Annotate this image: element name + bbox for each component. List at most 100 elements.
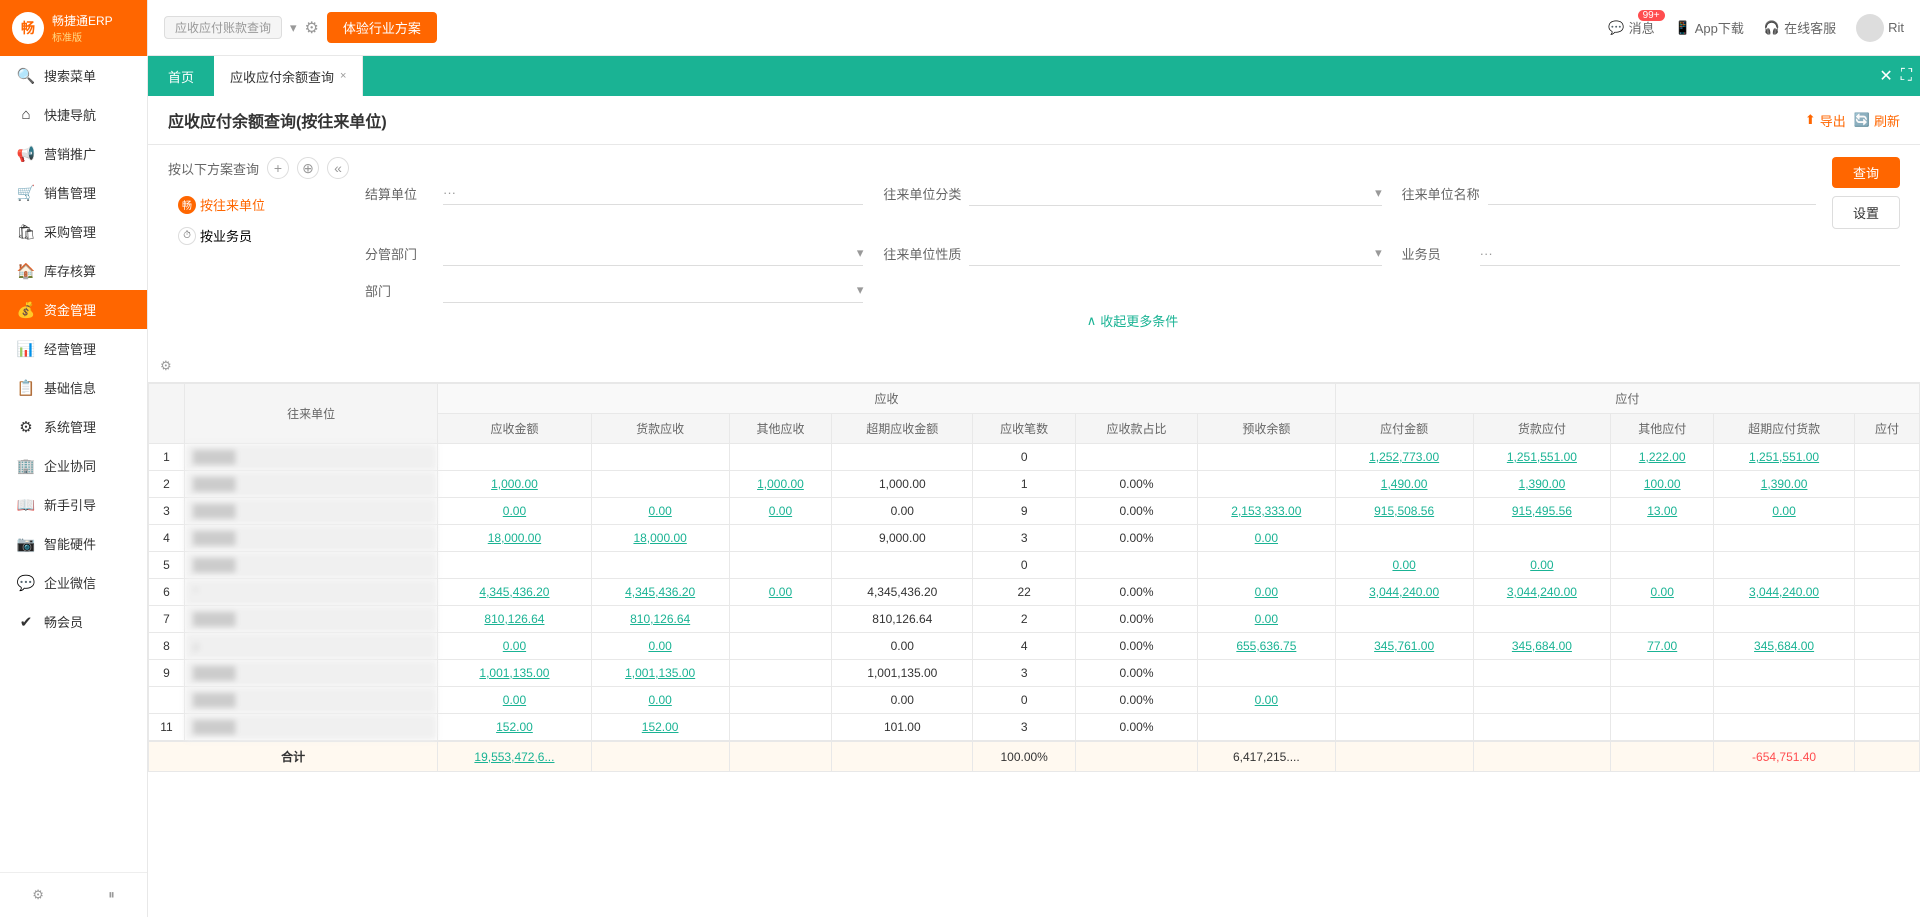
top-header: 应收应付账款查询 ▾ ⚙ 体验行业方案 💬 消息 99+ 📱 App下载 🎧 在…	[148, 0, 1920, 56]
sidebar-item-operation[interactable]: 📊 经营管理	[0, 329, 147, 368]
settings-icon[interactable]: ⚙	[305, 18, 319, 38]
service-action[interactable]: 🎧 在线客服	[1764, 18, 1836, 37]
filter-unit-nature: 往来单位性质 ▾	[883, 241, 1381, 266]
filter-collapse-icon[interactable]: «	[327, 157, 349, 179]
filter-fields: 结算单位 ··· 往来单位分类 ▾	[365, 157, 1900, 303]
filter-settings-button[interactable]: 设置	[1832, 196, 1900, 229]
footer-label: 合计	[149, 741, 438, 772]
sales-icon: 🛒	[16, 184, 36, 202]
filter-method-staff-label: 按业务员	[200, 226, 252, 245]
unit-name-input[interactable]	[1488, 181, 1816, 205]
th-row-num	[149, 384, 185, 444]
home-icon: ⌂	[16, 106, 36, 123]
partner-cell: █████	[185, 498, 438, 525]
filter-unit-name: 往来单位名称 查询 设置	[1402, 157, 1900, 229]
filter-methods: 按以下方案查询 + ⊕ «	[168, 157, 349, 179]
sidebar-item-member[interactable]: ✔ 畅会员	[0, 602, 147, 641]
chevron-up-icon: ∧	[1087, 313, 1097, 329]
page-title: 应收应付余额查询(按往来单位)	[168, 108, 387, 132]
query-button[interactable]: 查询	[1832, 157, 1900, 188]
purchase-icon: 🛍	[16, 223, 36, 241]
basic-icon: 📋	[16, 379, 36, 397]
partner-cell: █████	[185, 552, 438, 579]
logo-icon: 畅	[12, 12, 44, 44]
th-ap-other: 其他应付	[1611, 414, 1714, 444]
maximize-icon[interactable]: ⛶	[1901, 67, 1912, 85]
sidebar-item-inventory[interactable]: 🏠 库存核算	[0, 251, 147, 290]
sidebar-item-basic[interactable]: 📋 基础信息	[0, 368, 147, 407]
salesperson-label: 业务员	[1402, 244, 1472, 263]
sidebar-bottom: ⚙ ⏸	[0, 872, 147, 917]
app-download-action[interactable]: 📱 App下载	[1675, 18, 1744, 37]
sidebar-item-hardware[interactable]: 📷 智能硬件	[0, 524, 147, 563]
inventory-icon: 🏠	[16, 262, 36, 280]
filter-method-by-staff[interactable]: ⏱ 按业务员	[168, 222, 349, 249]
filter-add-button[interactable]: +	[267, 157, 289, 179]
th-ap-goods: 货款应付	[1473, 414, 1611, 444]
sidebar-item-sales[interactable]: 🛒 销售管理	[0, 173, 147, 212]
user-avatar[interactable]: Rit	[1856, 14, 1904, 42]
sidebar-collapse-btn[interactable]: ⏸	[96, 881, 127, 909]
th-ar-count: 应收笔数	[973, 414, 1076, 444]
sidebar-item-guide[interactable]: 📖 新手引导	[0, 485, 147, 524]
message-action[interactable]: 💬 消息 99+	[1608, 18, 1654, 37]
sidebar-settings-btn[interactable]: ⚙	[20, 881, 56, 909]
footer-ar-total: 19,553,472,6...	[438, 741, 592, 772]
close-window-icon[interactable]: ✕	[1879, 66, 1892, 86]
system-icon: ⚙	[16, 418, 36, 436]
table-row: 7█████810,126.64810,126.64810,126.6420.0…	[149, 606, 1920, 633]
th-ar-amount: 应收金额	[438, 414, 592, 444]
settlement-unit-input[interactable]: ···	[443, 181, 863, 205]
tab-close-button[interactable]: ×	[340, 70, 346, 82]
sidebar-item-finance[interactable]: 💰 资金管理	[0, 290, 147, 329]
table-row: 4█████18,000.0018,000.009,000.0030.00%0.…	[149, 525, 1920, 552]
collapse-button[interactable]: ∧ 收起更多条件	[365, 303, 1900, 338]
chevron-down-icon: ▾	[1375, 185, 1382, 201]
filter-dept-managed: 分管部门 ▾	[365, 241, 863, 266]
message-badge: 99+	[1638, 10, 1665, 21]
table-row: 1█████01,252,773.001,251,551.001,222.001…	[149, 444, 1920, 471]
partner-cell: █████	[185, 687, 438, 714]
filter-settings-icon[interactable]: ⊕	[297, 157, 319, 179]
header-right: 💬 消息 99+ 📱 App下载 🎧 在线客服 Rit	[1608, 14, 1904, 42]
page-header: 应收应付余额查询(按往来单位) ⬆ 导出 🔄 刷新	[148, 96, 1920, 145]
sidebar-item-label: 搜索菜单	[44, 66, 96, 85]
sidebar-item-enterprise[interactable]: 🏢 企业协同	[0, 446, 147, 485]
marketing-icon: 📢	[16, 145, 36, 163]
th-ap-amount: 应付金额	[1335, 414, 1473, 444]
sidebar-item-search[interactable]: 🔍 搜索菜单	[0, 56, 147, 95]
unit-category-select[interactable]: ▾	[969, 181, 1381, 206]
salesperson-input[interactable]: ···	[1480, 242, 1900, 266]
tab-current[interactable]: 应收应付余额查询 ×	[214, 56, 363, 96]
sidebar-item-label: 企业协同	[44, 456, 96, 475]
filter-method-by-unit[interactable]: 畅 按往来单位	[168, 191, 349, 218]
partner-cell: █████	[185, 471, 438, 498]
export-button[interactable]: ⬆ 导出	[1805, 111, 1846, 130]
page-title-row: 应收应付余额查询(按往来单位) ⬆ 导出 🔄 刷新	[168, 108, 1900, 132]
tab-bar: 首页 应收应付余额查询 × ✕ ⛶	[148, 56, 1920, 96]
sidebar-item-wechat[interactable]: 💬 企业微信	[0, 563, 147, 602]
footer-ar-ratio: 100.00%	[973, 741, 1076, 772]
sidebar-item-quicknav[interactable]: ⌂ 快捷导航	[0, 95, 147, 134]
refresh-icon: 🔄	[1854, 112, 1870, 128]
refresh-button[interactable]: 🔄 刷新	[1854, 111, 1900, 130]
sidebar-item-label: 快捷导航	[44, 105, 96, 124]
hardware-icon: 📷	[16, 535, 36, 553]
chevron-down-icon: ▾	[1375, 245, 1382, 261]
dept-select[interactable]: ▾	[443, 278, 863, 303]
table-row: 2█████1,000.001,000.001,000.0010.00%1,49…	[149, 471, 1920, 498]
tab-home[interactable]: 首页	[148, 56, 214, 96]
partner-cell: █████	[185, 606, 438, 633]
table-settings-icon[interactable]: ⚙	[160, 358, 172, 374]
partner-cell: █████	[185, 444, 438, 471]
sidebar-item-system[interactable]: ⚙ 系统管理	[0, 407, 147, 446]
sidebar-item-purchase[interactable]: 🛍 采购管理	[0, 212, 147, 251]
dept-managed-select[interactable]: ▾	[443, 241, 863, 266]
sidebar-item-label: 采购管理	[44, 222, 96, 241]
sidebar-item-label: 资金管理	[44, 300, 96, 319]
unit-nature-select[interactable]: ▾	[969, 241, 1381, 266]
trial-button[interactable]: 体验行业方案	[327, 12, 437, 43]
header-dropdown[interactable]: ▾	[290, 20, 297, 36]
unit-name-label: 往来单位名称	[1402, 184, 1480, 203]
sidebar-item-marketing[interactable]: 📢 营销推广	[0, 134, 147, 173]
